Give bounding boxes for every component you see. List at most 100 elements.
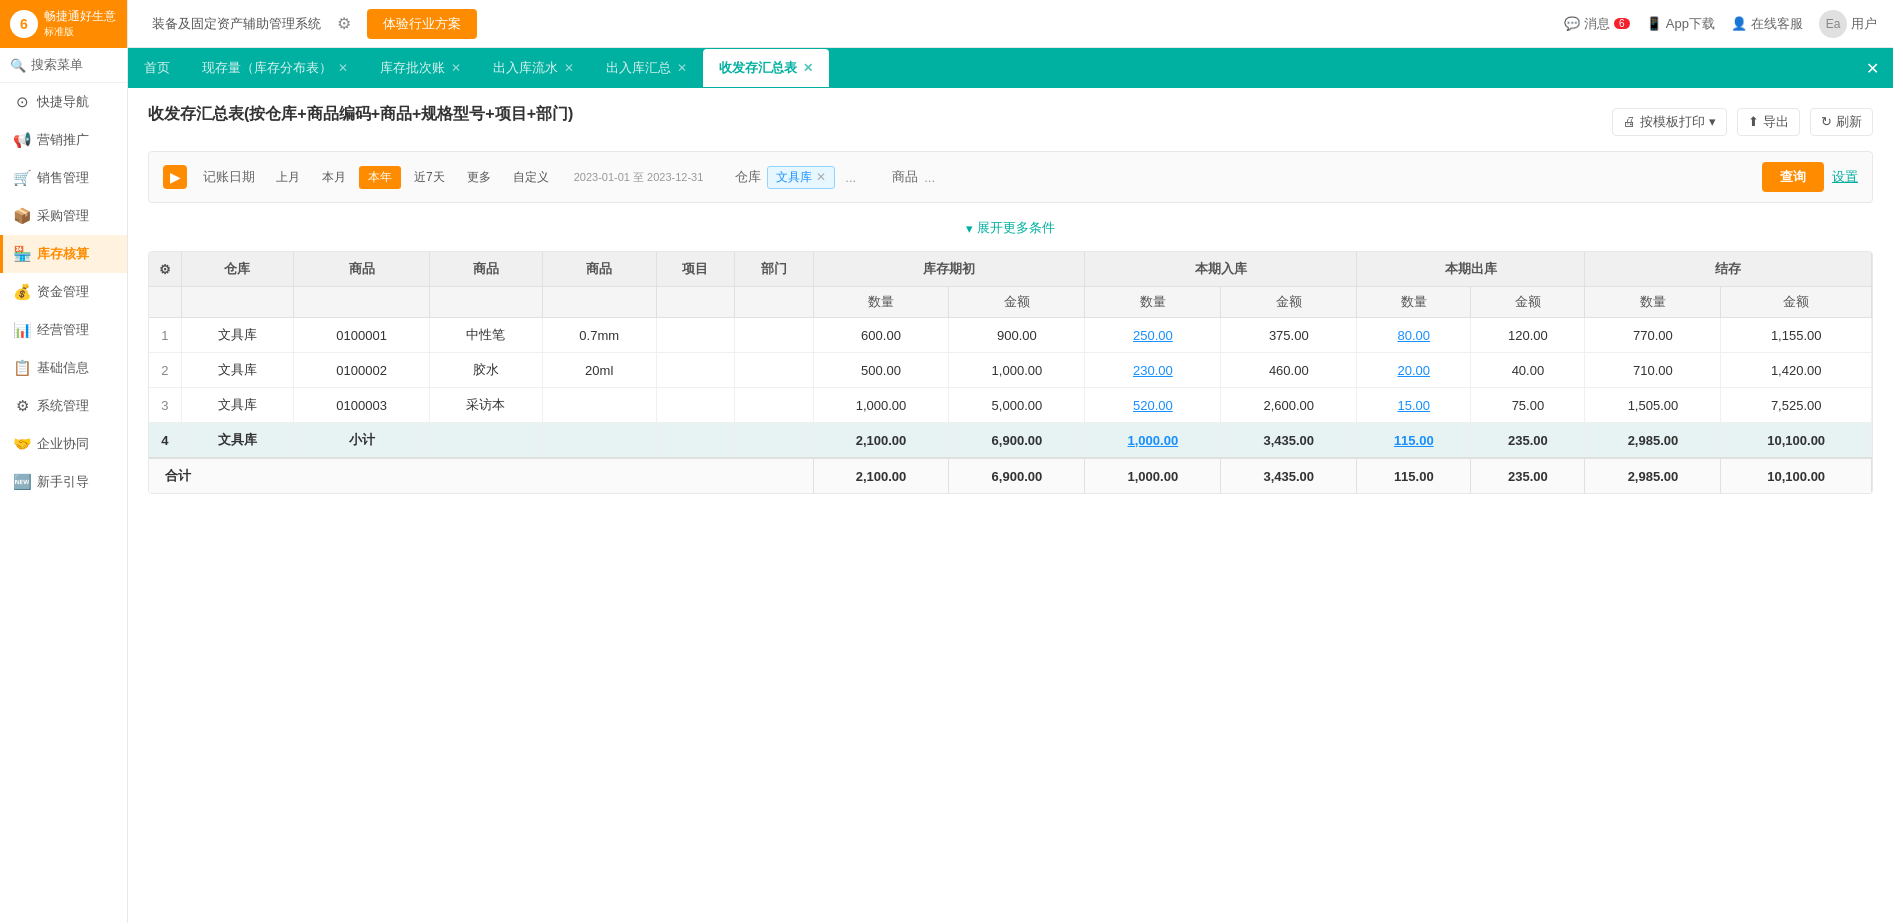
filter-expand-btn[interactable]: ▶ bbox=[163, 165, 187, 189]
data-table: ⚙ 仓库 商品 商品 商品 项目 部门 库存期初 本期入库 本期出库 结存 bbox=[148, 251, 1873, 494]
table-col-settings[interactable]: ⚙ bbox=[149, 252, 181, 287]
settings-gear-icon[interactable]: ⚙ bbox=[337, 14, 351, 33]
tab-bar: 首页 现存量（库存分布表） ✕ 库存批次账 ✕ 出入库流水 ✕ 出入库汇总 ✕ … bbox=[128, 48, 1893, 88]
row-code: 0100003 bbox=[294, 388, 430, 423]
col-sub-dept bbox=[735, 287, 813, 318]
sidebar-item-purchase[interactable]: 📦 采购管理 bbox=[0, 197, 127, 235]
tab-inventory-dist-close[interactable]: ✕ bbox=[338, 61, 348, 75]
row-warehouse: 文具库 bbox=[181, 353, 294, 388]
search-label: 搜索菜单 bbox=[31, 56, 83, 74]
goods-more-btn[interactable]: ... bbox=[924, 170, 935, 185]
inventory-icon: 🏪 bbox=[13, 245, 31, 263]
subtotal-out-qty[interactable]: 115.00 bbox=[1357, 423, 1471, 459]
tab-in-out-summary-close[interactable]: ✕ bbox=[677, 61, 687, 75]
row-open-qty: 600.00 bbox=[813, 318, 949, 353]
row-in-qty[interactable]: 250.00 bbox=[1085, 318, 1221, 353]
finance-icon: 💰 bbox=[13, 283, 31, 301]
date-btn-custom[interactable]: 自定义 bbox=[504, 166, 558, 189]
subtotal-in-qty[interactable]: 1,000.00 bbox=[1085, 423, 1221, 459]
row-bal-qty: 1,505.00 bbox=[1585, 388, 1721, 423]
col-dept: 部门 bbox=[735, 252, 813, 287]
expand-label: 展开更多条件 bbox=[977, 219, 1055, 237]
date-btn-7days[interactable]: 近7天 bbox=[405, 166, 454, 189]
sidebar-item-system[interactable]: ⚙ 系统管理 bbox=[0, 387, 127, 425]
sidebar-item-sales[interactable]: 🛒 销售管理 bbox=[0, 159, 127, 197]
row-out-qty[interactable]: 80.00 bbox=[1357, 318, 1471, 353]
tab-batch-account-close[interactable]: ✕ bbox=[451, 61, 461, 75]
subtotal-sublabel: 小计 bbox=[294, 423, 430, 459]
print-dropdown-icon: ▾ bbox=[1709, 114, 1716, 129]
sidebar-item-finance[interactable]: 💰 资金管理 bbox=[0, 273, 127, 311]
date-btn-this-year[interactable]: 本年 bbox=[359, 166, 401, 189]
enterprise-icon: 🤝 bbox=[13, 435, 31, 453]
query-btn[interactable]: 查询 bbox=[1762, 162, 1824, 192]
online-service-label: 在线客服 bbox=[1751, 15, 1803, 33]
row-num: 1 bbox=[149, 318, 181, 353]
tab-inventory-dist[interactable]: 现存量（库存分布表） ✕ bbox=[186, 49, 364, 87]
row-in-amt: 2,600.00 bbox=[1221, 388, 1357, 423]
sidebar-logo: 6 畅捷通好生意 标准版 bbox=[0, 0, 127, 48]
messages-btn[interactable]: 💬 消息 6 bbox=[1564, 15, 1630, 33]
try-btn[interactable]: 体验行业方案 bbox=[367, 9, 477, 39]
date-btn-more[interactable]: 更多 bbox=[458, 166, 500, 189]
tab-receive-summary-close[interactable]: ✕ bbox=[803, 61, 813, 75]
marketing-icon: 📢 bbox=[13, 131, 31, 149]
warehouse-tag-label: 文具库 bbox=[776, 169, 812, 186]
row-out-qty[interactable]: 15.00 bbox=[1357, 388, 1471, 423]
refresh-btn[interactable]: ↻ 刷新 bbox=[1810, 108, 1873, 136]
warehouse-more-btn[interactable]: ... bbox=[841, 170, 860, 185]
row-dept bbox=[735, 388, 813, 423]
row-in-qty[interactable]: 520.00 bbox=[1085, 388, 1221, 423]
online-service-btn[interactable]: 👤 在线客服 bbox=[1731, 15, 1803, 33]
row-name: 胶水 bbox=[430, 353, 543, 388]
row-name: 中性笔 bbox=[430, 318, 543, 353]
tab-in-out-summary[interactable]: 出入库汇总 ✕ bbox=[590, 49, 703, 87]
tab-inventory-dist-label: 现存量（库存分布表） bbox=[202, 59, 332, 77]
tab-receive-summary[interactable]: 收发存汇总表 ✕ bbox=[703, 49, 829, 87]
total-open-amt: 6,900.00 bbox=[949, 458, 1085, 493]
base-info-icon: 📋 bbox=[13, 359, 31, 377]
row-open-amt: 900.00 bbox=[949, 318, 1085, 353]
export-icon: ⬆ bbox=[1748, 114, 1759, 129]
app-download-label: App下载 bbox=[1666, 15, 1715, 33]
export-btn[interactable]: ⬆ 导出 bbox=[1737, 108, 1800, 136]
operations-label: 经营管理 bbox=[37, 321, 89, 339]
sidebar-item-operations[interactable]: 📊 经营管理 bbox=[0, 311, 127, 349]
col-warehouse: 仓库 bbox=[181, 252, 294, 287]
sidebar-item-inventory[interactable]: 🏪 库存核算 bbox=[0, 235, 127, 273]
tab-bar-close-btn[interactable]: ✕ bbox=[1852, 49, 1893, 88]
col-open-amt: 金额 bbox=[949, 287, 1085, 318]
sidebar-item-marketing[interactable]: 📢 营销推广 bbox=[0, 121, 127, 159]
tab-in-out-flow-close[interactable]: ✕ bbox=[564, 61, 574, 75]
subtotal-col4 bbox=[542, 423, 656, 459]
tab-home[interactable]: 首页 bbox=[128, 49, 186, 87]
filter-warehouse: 仓库 文具库 ✕ ... bbox=[735, 166, 860, 189]
sidebar-item-base-info[interactable]: 📋 基础信息 bbox=[0, 349, 127, 387]
sidebar-item-quick-nav[interactable]: ⊙ 快捷导航 bbox=[0, 83, 127, 121]
col-spec: 商品 bbox=[542, 252, 656, 287]
tab-in-out-flow[interactable]: 出入库流水 ✕ bbox=[477, 49, 590, 87]
row-out-qty[interactable]: 20.00 bbox=[1357, 353, 1471, 388]
row-in-qty[interactable]: 230.00 bbox=[1085, 353, 1221, 388]
finance-label: 资金管理 bbox=[37, 283, 89, 301]
row-dept bbox=[735, 353, 813, 388]
print-btn[interactable]: 🖨 按模板打印 ▾ bbox=[1612, 108, 1727, 136]
total-out-amt: 235.00 bbox=[1471, 458, 1585, 493]
search-menu[interactable]: 🔍 搜索菜单 bbox=[0, 48, 127, 83]
sidebar-item-enterprise[interactable]: 🤝 企业协同 bbox=[0, 425, 127, 463]
table-settings-link[interactable]: 设置 bbox=[1832, 168, 1858, 186]
user-btn[interactable]: Ea 用户 bbox=[1819, 10, 1877, 38]
date-btn-last-month[interactable]: 上月 bbox=[267, 166, 309, 189]
app-download-btn[interactable]: 📱 App下载 bbox=[1646, 15, 1715, 33]
row-bal-qty: 710.00 bbox=[1585, 353, 1721, 388]
col-out-qty: 数量 bbox=[1357, 287, 1471, 318]
date-btn-this-month[interactable]: 本月 bbox=[313, 166, 355, 189]
warehouse-tag-close[interactable]: ✕ bbox=[816, 170, 826, 184]
row-code: 0100002 bbox=[294, 353, 430, 388]
expand-conditions-btn[interactable]: ▾ 展开更多条件 bbox=[148, 215, 1873, 241]
sidebar-item-guide[interactable]: 🆕 新手引导 bbox=[0, 463, 127, 501]
col-bal-qty: 数量 bbox=[1585, 287, 1721, 318]
subtotal-col5 bbox=[656, 423, 734, 459]
marketing-label: 营销推广 bbox=[37, 131, 89, 149]
tab-batch-account[interactable]: 库存批次账 ✕ bbox=[364, 49, 477, 87]
